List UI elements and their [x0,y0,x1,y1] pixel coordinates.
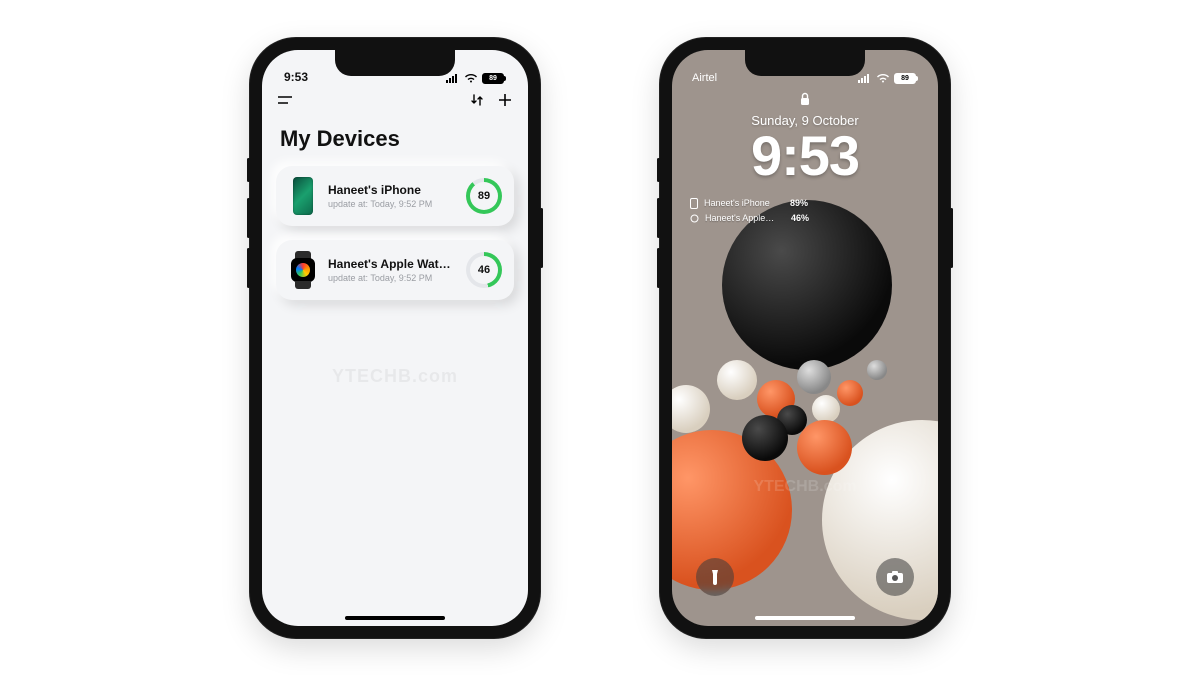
camera-button[interactable] [876,558,914,596]
widget-device-value: 46% [791,213,809,223]
notch [335,50,455,76]
battery-ring: 46 [466,252,502,288]
device-updated: update at: Today, 9:52 PM [328,273,456,283]
battery-widget[interactable]: Haneet's iPhone 89% Haneet's Apple… 46% [672,198,938,224]
status-indicators: 89 [858,73,918,84]
camera-icon [886,570,904,584]
iphone-mini-icon [690,198,698,209]
home-indicator[interactable] [345,616,445,620]
device-card[interactable]: Haneet's Apple Wat… update at: Today, 9:… [276,240,514,300]
phone-frame-right: Airtel 89 Sunday, 9 October 9:53 [660,38,950,638]
device-card[interactable]: Haneet's iPhone update at: Today, 9:52 P… [276,166,514,226]
phone-frame-left: 9:53 89 My De [250,38,540,638]
home-indicator[interactable] [755,616,855,620]
wifi-icon [876,73,890,83]
lock-icon [672,92,938,111]
widget-row: Haneet's iPhone 89% [690,198,920,209]
flashlight-icon [708,568,722,586]
status-indicators: 89 [446,73,506,84]
device-name: Haneet's Apple Wat… [328,257,456,271]
device-updated: update at: Today, 9:52 PM [328,199,456,209]
battery-ring: 89 [466,178,502,214]
battery-icon: 89 [894,73,918,84]
flashlight-button[interactable] [696,558,734,596]
watermark: YTECHB.com [262,366,528,387]
watermark: YTECHB.com [672,478,938,496]
widget-device-value: 89% [790,198,808,208]
widget-device-name: Haneet's Apple… [705,213,785,223]
add-icon[interactable] [498,93,512,112]
apple-watch-icon [288,250,318,290]
watch-mini-icon [690,213,699,224]
lock-time: 9:53 [672,128,938,184]
page-title: My Devices [262,120,528,166]
battery-icon: 89 [482,73,506,84]
device-name: Haneet's iPhone [328,183,456,197]
app-screen: 9:53 89 My De [262,50,528,626]
cellular-icon [446,73,460,83]
toolbar [262,86,528,120]
wifi-icon [464,73,478,83]
cellular-icon [858,73,872,83]
iphone-icon [288,176,318,216]
menu-icon[interactable] [278,94,294,112]
notch [745,50,865,76]
widget-row: Haneet's Apple… 46% [690,213,920,224]
lock-screen: Airtel 89 Sunday, 9 October 9:53 [672,50,938,626]
status-time: 9:53 [284,70,308,84]
carrier-label: Airtel [692,72,717,84]
sort-icon[interactable] [470,93,484,112]
widget-device-name: Haneet's iPhone [704,198,784,208]
